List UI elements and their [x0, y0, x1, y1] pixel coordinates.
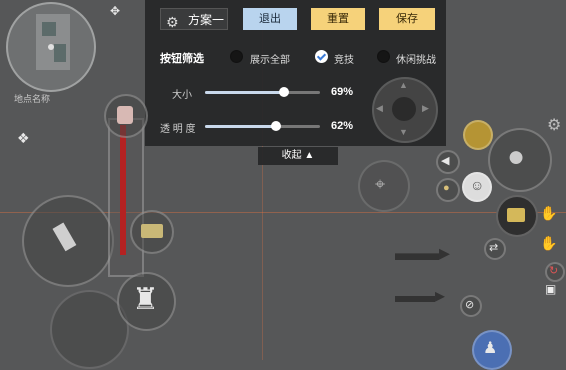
swap-weapon-button[interactable]: ⇄ [484, 238, 506, 260]
arrow-right-icon[interactable]: ▶ [422, 103, 429, 114]
grenade-button[interactable]: ● [488, 128, 552, 192]
size-slider[interactable] [205, 87, 320, 97]
save-button[interactable]: 保存 [379, 8, 435, 30]
radio-competitive[interactable] [315, 50, 328, 63]
opacity-slider[interactable] [205, 121, 320, 131]
exit-button[interactable]: 退出 [243, 8, 297, 30]
mic-icon: ● [443, 182, 450, 194]
location-label: 地点名称 [14, 94, 51, 104]
slider-opacity-label: 透 明 度 [160, 124, 196, 135]
fire-button-left[interactable]: ▮ [22, 195, 114, 287]
dpad-center [392, 97, 416, 121]
jump-button[interactable]: ♟ [472, 330, 512, 370]
radio-show-all[interactable] [230, 50, 243, 63]
gear-icon[interactable]: ⚙ [547, 115, 561, 135]
scope-icon: ⊘ [465, 299, 475, 311]
crouch-button[interactable]: ♜ [117, 272, 176, 331]
slider-size-value: 69% [331, 86, 354, 98]
minimap[interactable] [6, 2, 96, 92]
radio-show-all-label: 展示全部 [250, 55, 290, 66]
speaker-button[interactable]: ◀ [436, 150, 460, 174]
scheme-label: 方案一 [188, 13, 225, 27]
jump-icon: ♟ [483, 340, 498, 357]
backpack-button[interactable] [463, 120, 493, 150]
reset-button[interactable]: 重置 [311, 8, 365, 30]
mic-button[interactable]: ● [436, 178, 460, 202]
radio-casual-label: 休闲挑战 [396, 55, 436, 66]
minimap-terrain [36, 14, 70, 70]
arrow-up-icon[interactable]: ▲ [399, 80, 408, 90]
filter-label: 按钮筛选 [160, 53, 204, 65]
speaker-icon: ◀ [441, 155, 450, 167]
medkit-button[interactable] [104, 94, 148, 138]
ammo-pack-icon [507, 208, 525, 222]
crosshair-icon: ⌖ [375, 174, 386, 194]
loot-icon[interactable]: ▣ [545, 282, 556, 296]
gear-icon: ⚙ [166, 14, 179, 30]
medkit-icon [117, 106, 133, 124]
slider-size-label: 大小 [172, 90, 192, 101]
slider-fill [205, 91, 285, 94]
radio-casual[interactable] [377, 50, 390, 63]
scope-button[interactable]: ⊘ [460, 295, 482, 317]
rifle-secondary-icon[interactable]: ▬▬▸ [395, 283, 445, 308]
ammo-pack-button[interactable] [496, 195, 538, 237]
emoji-button[interactable]: ☺ [462, 172, 492, 202]
radio-competitive-label: 竞技 [334, 55, 354, 66]
hand-alt-icon[interactable]: ✋ [540, 235, 557, 252]
ammo-button[interactable] [130, 210, 174, 254]
dpad-mini-icon[interactable]: ✥ [110, 4, 120, 18]
slider-opacity-value: 62% [331, 120, 354, 132]
position-dpad[interactable]: ▲ ▼ ◀ ▶ [372, 77, 438, 143]
health-bar-frame [108, 118, 144, 277]
slider-fill [205, 125, 277, 128]
arrow-left-icon[interactable]: ◀ [376, 103, 383, 114]
collapse-button[interactable]: 收起 ▲ [258, 147, 338, 165]
emoji-icon: ☺ [470, 177, 485, 193]
grenade-icon: ● [507, 140, 526, 173]
reload-icon: ↻ [549, 265, 559, 277]
soldier-crouch-icon: ♜ [132, 283, 159, 316]
aim-button[interactable]: ⌖ [358, 160, 410, 212]
health-bar [120, 125, 126, 255]
arrow-down-icon[interactable]: ▼ [399, 127, 408, 137]
bullet-icon: ▮ [45, 213, 81, 257]
swap-icon: ⇄ [489, 242, 499, 254]
scheme-selector[interactable]: ⚙ 方案一 [160, 8, 228, 30]
ammo-icon [141, 224, 163, 238]
grenade-small-icon[interactable]: ❖ [17, 130, 30, 147]
hand-icon[interactable]: ✋ [540, 205, 557, 222]
reload-button[interactable]: ↻ [545, 262, 565, 282]
rifle-icon[interactable]: ▬▬▸ [395, 240, 450, 266]
